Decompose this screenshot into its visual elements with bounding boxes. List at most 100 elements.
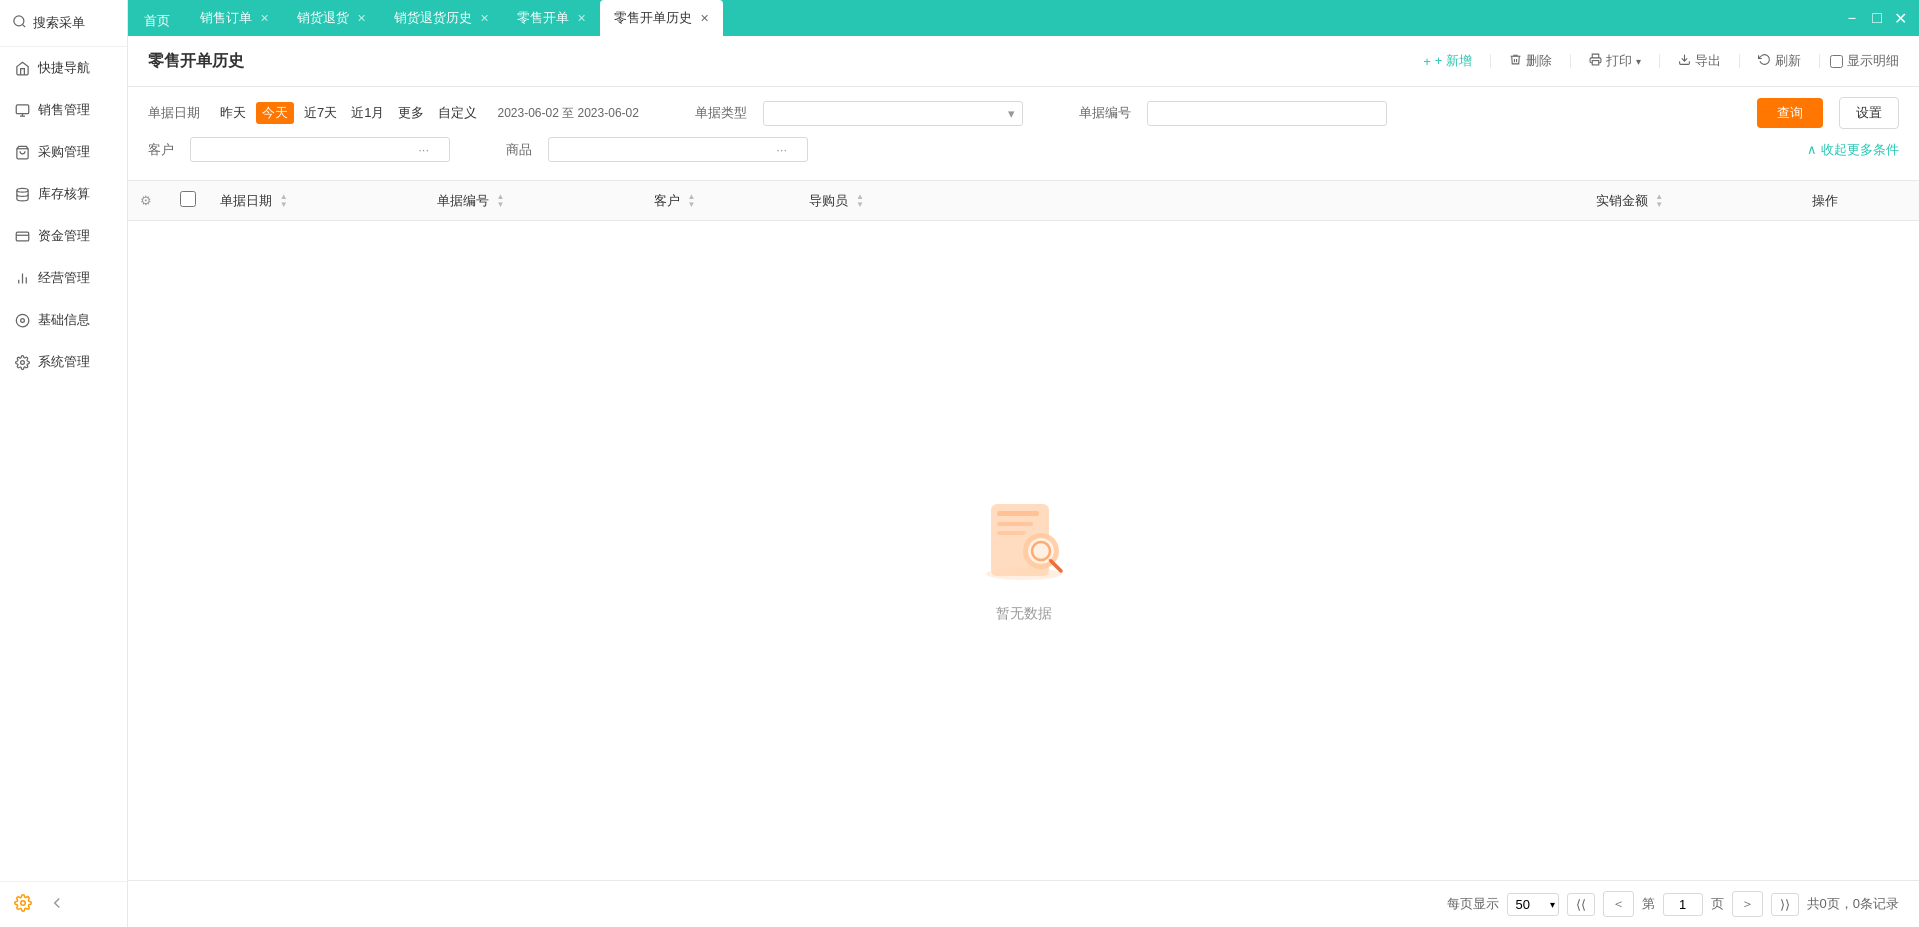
close-button[interactable]: ✕ — [1894, 9, 1907, 28]
finance-icon — [14, 228, 30, 244]
per-page-label: 每页显示 — [1447, 895, 1499, 913]
empty-svg — [969, 479, 1079, 589]
settings-button[interactable]: 设置 — [1839, 97, 1899, 129]
collapse-sidebar-icon[interactable] — [48, 894, 66, 915]
col-customer: 客户 ▲▼ — [642, 181, 797, 221]
bill-type-select[interactable] — [763, 101, 1023, 126]
show-detail-checkbox[interactable] — [1830, 55, 1843, 68]
sidebar-item-operations[interactable]: 经营管理 — [0, 257, 127, 299]
main-content: 首页 销售订单 ✕ 销货退货 ✕ 销货退货历史 ✕ 零售开单 ✕ 零售开单历史 … — [128, 0, 1919, 927]
date-option-1month[interactable]: 近1月 — [347, 102, 388, 124]
search-icon — [12, 14, 27, 32]
tab-retail-open[interactable]: 零售开单 ✕ — [503, 0, 600, 36]
customer-input[interactable]: ··· — [190, 137, 450, 162]
query-button[interactable]: 查询 — [1757, 98, 1823, 128]
sort-icons[interactable]: ▲▼ — [856, 193, 864, 209]
sort-icons[interactable]: ▲▼ — [280, 193, 288, 209]
tab-close-icon[interactable]: ✕ — [260, 12, 269, 25]
search-menu[interactable]: 搜索采单 — [0, 0, 127, 47]
page-header: 零售开单历史 + + 新增 删除 打印 ▾ — [128, 36, 1919, 87]
tab-sales-order[interactable]: 销售订单 ✕ — [186, 0, 283, 36]
refresh-label: 刷新 — [1775, 52, 1801, 70]
tab-close-icon[interactable]: ✕ — [480, 12, 489, 25]
tab-sales-return-history[interactable]: 销货退货历史 ✕ — [380, 0, 503, 36]
bill-no-input[interactable] — [1147, 101, 1387, 126]
sidebar-item-sys-mgmt[interactable]: 系统管理 — [0, 341, 127, 383]
svg-rect-15 — [1592, 61, 1599, 65]
tab-sales-return[interactable]: 销货退货 ✕ — [283, 0, 380, 36]
table-area: ⚙ 单据日期 ▲▼ 单据编号 ▲▼ — [128, 181, 1919, 880]
pagination: 每页显示 50 10 20 100 ▾ ⟨⟨ ＜ 第 页 ＞ ⟩⟩ 共0页，0条… — [128, 880, 1919, 927]
sidebar-item-basic-info[interactable]: 基础信息 — [0, 299, 127, 341]
bill-no-label: 单据编号 — [1079, 104, 1131, 122]
first-page-button[interactable]: ⟨⟨ — [1567, 893, 1595, 916]
export-button[interactable]: 导出 — [1670, 48, 1729, 74]
delete-button[interactable]: 删除 — [1501, 48, 1560, 74]
table-header-row: ⚙ 单据日期 ▲▼ 单据编号 ▲▼ — [128, 181, 1919, 221]
col-date-label: 单据日期 — [220, 193, 272, 208]
customer-label: 客户 — [148, 141, 174, 159]
tab-sales-return-history-label: 销货退货历史 — [394, 9, 472, 27]
divider — [1659, 54, 1660, 68]
per-page-select[interactable]: 50 10 20 100 — [1507, 893, 1559, 916]
sidebar-item-finance[interactable]: 资金管理 — [0, 215, 127, 257]
refresh-icon — [1758, 53, 1771, 69]
date-option-more[interactable]: 更多 — [394, 102, 428, 124]
sidebar-bottom — [0, 881, 127, 927]
select-all-checkbox[interactable] — [180, 191, 196, 207]
tab-home-label: 首页 — [144, 13, 170, 28]
sort-icons[interactable]: ▲▼ — [497, 193, 505, 209]
sidebar-item-sales-mgmt[interactable]: 销售管理 — [0, 89, 127, 131]
svg-point-6 — [16, 188, 27, 192]
svg-rect-21 — [997, 531, 1025, 535]
settings-col: ⚙ — [128, 181, 168, 221]
purchase-icon — [14, 144, 30, 160]
sidebar-item-inventory[interactable]: 库存核算 — [0, 173, 127, 215]
date-option-yesterday[interactable]: 昨天 — [216, 102, 250, 124]
refresh-button[interactable]: 刷新 — [1750, 48, 1809, 74]
toolbar: + + 新增 删除 打印 ▾ — [1415, 48, 1899, 74]
show-detail-toggle[interactable]: 显示明细 — [1830, 52, 1899, 70]
divider — [1490, 54, 1491, 68]
next-page-button[interactable]: ＞ — [1732, 891, 1763, 917]
print-button[interactable]: 打印 ▾ — [1581, 48, 1649, 74]
page-number-input[interactable] — [1663, 893, 1703, 916]
col-action: 操作 — [1800, 181, 1919, 221]
tab-retail-history[interactable]: 零售开单历史 ✕ — [600, 0, 723, 36]
goods-input[interactable]: ··· — [548, 137, 808, 162]
sidebar-item-purchase-mgmt[interactable]: 采购管理 — [0, 131, 127, 173]
date-option-today[interactable]: 今天 — [256, 102, 294, 124]
sidebar-item-quick-nav[interactable]: 快捷导航 — [0, 47, 127, 89]
sidebar: 搜索采单 快捷导航 销售管理 采购管理 库存核算 — [0, 0, 128, 927]
checkbox-col — [168, 181, 208, 221]
last-page-button[interactable]: ⟩⟩ — [1771, 893, 1799, 916]
maximize-button[interactable]: □ — [1872, 9, 1882, 27]
sort-icons[interactable]: ▲▼ — [1655, 193, 1663, 209]
add-button[interactable]: + + 新增 — [1415, 48, 1480, 74]
sort-icons[interactable]: ▲▼ — [688, 193, 696, 209]
settings-gear-icon[interactable] — [14, 894, 32, 915]
tab-retail-history-label: 零售开单历史 — [614, 9, 692, 27]
svg-line-26 — [1051, 561, 1061, 571]
svg-line-1 — [22, 24, 25, 27]
tab-close-icon[interactable]: ✕ — [357, 12, 366, 25]
svg-rect-7 — [16, 232, 29, 241]
collapse-button[interactable]: ∧ 收起更多条件 — [1807, 141, 1899, 159]
date-option-7days[interactable]: 近7天 — [300, 102, 341, 124]
sidebar-item-label: 系统管理 — [38, 353, 90, 371]
tabs-container: 首页 销售订单 ✕ 销货退货 ✕ 销货退货历史 ✕ 零售开单 ✕ 零售开单历史 … — [128, 0, 723, 36]
tab-bar: 首页 销售订单 ✕ 销货退货 ✕ 销货退货历史 ✕ 零售开单 ✕ 零售开单历史 … — [128, 0, 1919, 36]
table-settings-icon[interactable]: ⚙ — [140, 193, 152, 208]
svg-point-13 — [20, 360, 24, 364]
svg-point-12 — [20, 318, 24, 322]
prev-page-button[interactable]: ＜ — [1603, 891, 1634, 917]
tab-home[interactable]: 首页 — [128, 6, 186, 36]
filter-area: 单据日期 昨天 今天 近7天 近1月 更多 自定义 2023-06-02 至 2… — [128, 87, 1919, 181]
print-chevron-icon: ▾ — [1636, 56, 1641, 67]
minimize-button[interactable]: － — [1844, 8, 1860, 29]
tab-close-icon[interactable]: ✕ — [577, 12, 586, 25]
empty-state: 暂无数据 — [128, 221, 1919, 880]
tab-close-icon[interactable]: ✕ — [700, 12, 709, 25]
data-table: ⚙ 单据日期 ▲▼ 单据编号 ▲▼ — [128, 181, 1919, 221]
date-option-custom[interactable]: 自定义 — [434, 102, 481, 124]
